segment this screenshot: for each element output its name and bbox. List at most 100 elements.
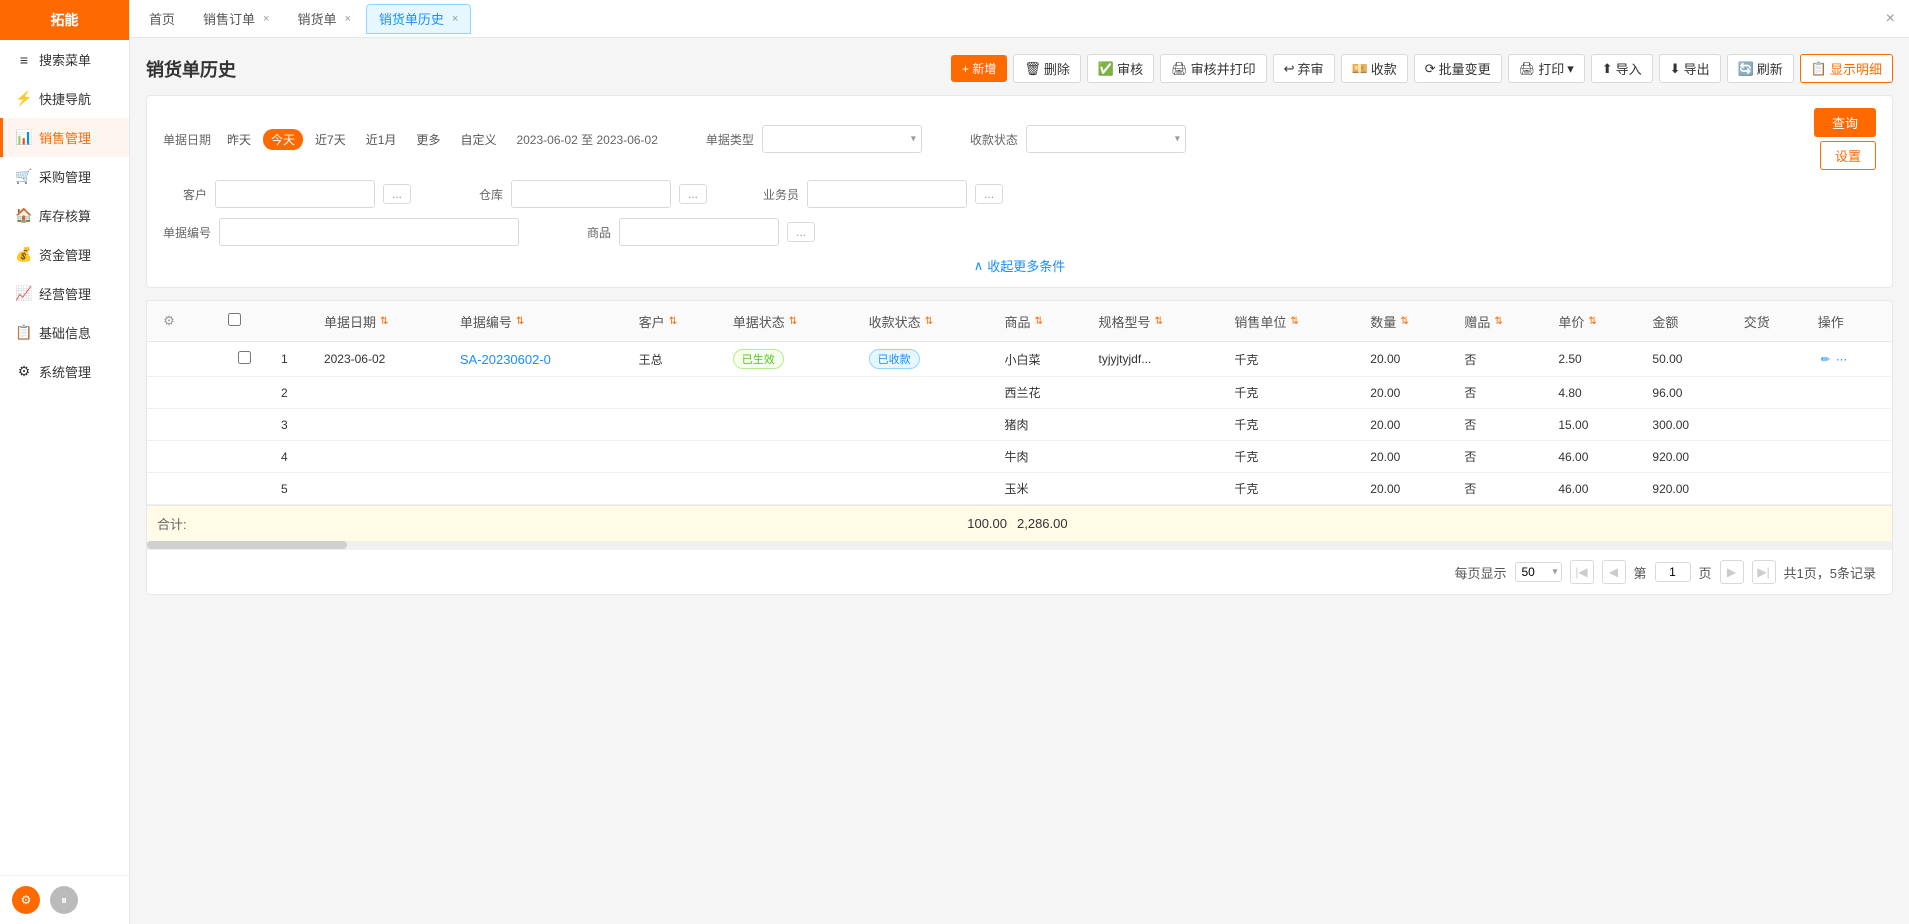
- cell-amount: 300.00: [1642, 409, 1733, 441]
- row-checkbox[interactable]: [238, 351, 251, 364]
- docno-input[interactable]: [219, 218, 519, 246]
- doc-type-select[interactable]: [762, 125, 922, 153]
- doc-type-field: 单据类型: [706, 125, 922, 153]
- date-tag-1month[interactable]: 近1月: [358, 129, 405, 150]
- sidebar-item-finance-mgmt[interactable]: 💰 资金管理: [0, 235, 129, 274]
- sidebar-item-sales-mgmt[interactable]: 📊 销售管理: [0, 118, 129, 157]
- abandon-button[interactable]: ↩ 弃审: [1273, 54, 1335, 83]
- date-tag-today[interactable]: 今天: [263, 129, 303, 150]
- doc-no-link[interactable]: SA-20230602-0: [460, 352, 551, 367]
- date-filter-label: 单据日期: [163, 131, 211, 148]
- tab-sales-history[interactable]: 销货单历史 ×: [366, 4, 471, 34]
- action-btn[interactable]: ⋯: [1836, 354, 1847, 366]
- warehouse-ellipsis-btn[interactable]: ...: [679, 184, 707, 204]
- tab-sales-order-close[interactable]: ×: [263, 13, 269, 25]
- goods-ellipsis-btn[interactable]: ...: [787, 222, 815, 242]
- sidebar-item-purchase-mgmt[interactable]: 🛒 采购管理: [0, 157, 129, 196]
- warehouse-input[interactable]: [511, 180, 671, 208]
- cell-settings: [147, 342, 218, 377]
- import-button[interactable]: ⬆ 导入: [1591, 54, 1653, 83]
- date-tag-more[interactable]: 更多: [408, 129, 448, 150]
- query-button[interactable]: 查询: [1814, 108, 1876, 137]
- query-btns: 查询 设置: [1814, 108, 1876, 170]
- delete-button[interactable]: 🗑 删除: [1013, 54, 1081, 83]
- collect-status-label: 收款状态: [970, 131, 1018, 148]
- tab-sales-history-close[interactable]: ×: [452, 13, 458, 25]
- sidebar-item-label: 快捷导航: [39, 89, 91, 108]
- sidebar-item-operation-mgmt[interactable]: 📈 经营管理: [0, 274, 129, 313]
- filter-row-date: 单据日期 昨天 今天 近7天 近1月 更多 自定义 2023-06-02 至 2…: [163, 108, 1876, 170]
- system-mgmt-icon: ⚙: [15, 363, 33, 380]
- sidebar-collapse-icon[interactable]: ⏸: [50, 886, 78, 914]
- customer-ellipsis-btn[interactable]: ...: [383, 184, 411, 204]
- tab-home[interactable]: 首页: [136, 4, 188, 34]
- tabs-bar: 首页 销售订单 × 销货单 × 销货单历史 × ×: [130, 0, 1909, 38]
- tab-sales-goods-close[interactable]: ×: [344, 13, 350, 25]
- new-button[interactable]: + 新增: [951, 55, 1007, 82]
- print-button[interactable]: 🖨 打印 ▾: [1508, 54, 1585, 83]
- review-print-button[interactable]: 🖨 审核并打印: [1160, 54, 1267, 83]
- page-input[interactable]: [1655, 562, 1691, 582]
- total-label: 合计:: [157, 514, 217, 533]
- sidebar-settings-icon[interactable]: ⚙: [12, 886, 40, 914]
- table-row: 4 牛肉 千克 20.00 否 46.00 920.00: [147, 441, 1892, 473]
- page-next-btn[interactable]: ▶: [1720, 560, 1744, 584]
- tab-sales-goods[interactable]: 销货单 ×: [284, 4, 363, 34]
- collect-button[interactable]: 💴 收款: [1341, 54, 1408, 83]
- date-tag-7days[interactable]: 近7天: [307, 129, 354, 150]
- sidebar-item-basic-info[interactable]: 📋 基础信息: [0, 313, 129, 352]
- col-transaction: 交货: [1734, 301, 1808, 342]
- col-qty[interactable]: 数量 ⇅: [1360, 301, 1454, 342]
- col-doc-no[interactable]: 单据编号 ⇅: [450, 301, 629, 342]
- tab-sales-order[interactable]: 销售订单 ×: [190, 4, 282, 34]
- page-prev-btn[interactable]: ◀: [1602, 560, 1626, 584]
- import-icon: ⬆: [1602, 61, 1613, 77]
- batch-change-button[interactable]: ⟳ 批量变更: [1414, 54, 1502, 83]
- col-collect-status[interactable]: 收款状态 ⇅: [859, 301, 995, 342]
- cell-doc-date: [314, 377, 450, 409]
- tab-home-label: 首页: [149, 9, 175, 28]
- page-last-btn[interactable]: ▶|: [1752, 560, 1776, 584]
- sales-mgmt-icon: 📊: [15, 129, 33, 146]
- refresh-button[interactable]: 🔄 刷新: [1727, 54, 1794, 83]
- collapse-filter-btn[interactable]: ∧ 收起更多条件: [163, 256, 1876, 275]
- col-customer[interactable]: 客户 ⇅: [629, 301, 723, 342]
- col-doc-status[interactable]: 单据状态 ⇅: [723, 301, 859, 342]
- show-detail-button[interactable]: 📋 显示明细: [1800, 54, 1893, 83]
- scrollbar-thumb[interactable]: [147, 541, 347, 549]
- cell-unit-price: 15.00: [1548, 409, 1642, 441]
- sidebar-item-inventory-calc[interactable]: 🏠 库存核算: [0, 196, 129, 235]
- review-button[interactable]: ✅ 审核: [1087, 54, 1154, 83]
- export-button[interactable]: ⬇ 导出: [1659, 54, 1721, 83]
- action-btn[interactable]: ✏: [1821, 354, 1830, 366]
- date-tag-custom[interactable]: 自定义: [452, 129, 504, 150]
- cell-qty: 20.00: [1360, 377, 1454, 409]
- col-spec[interactable]: 规格型号 ⇅: [1089, 301, 1225, 342]
- doc-type-label: 单据类型: [706, 131, 754, 148]
- select-all-checkbox[interactable]: [228, 313, 241, 326]
- date-tag-yesterday[interactable]: 昨天: [219, 129, 259, 150]
- goods-label: 商品: [567, 224, 611, 241]
- cell-qty: 20.00: [1360, 342, 1454, 377]
- col-gift[interactable]: 赠品 ⇅: [1454, 301, 1548, 342]
- collect-status-select[interactable]: [1026, 125, 1186, 153]
- customer-input[interactable]: [215, 180, 375, 208]
- horizontal-scrollbar[interactable]: [147, 541, 1892, 549]
- cell-doc-date: [314, 441, 450, 473]
- col-goods[interactable]: 商品 ⇅: [994, 301, 1088, 342]
- goods-input[interactable]: [619, 218, 779, 246]
- set-button[interactable]: 设置: [1820, 141, 1876, 170]
- salesperson-input[interactable]: [807, 180, 967, 208]
- page-first-btn[interactable]: |◀: [1570, 560, 1594, 584]
- table-settings-btn[interactable]: ⚙: [157, 309, 181, 333]
- col-doc-date[interactable]: 单据日期 ⇅: [314, 301, 450, 342]
- tabs-close-all[interactable]: ×: [1878, 10, 1903, 28]
- salesperson-ellipsis-btn[interactable]: ...: [975, 184, 1003, 204]
- sidebar-item-search-menu[interactable]: ≡ 搜索菜单: [0, 40, 129, 79]
- col-unit[interactable]: 销售单位 ⇅: [1224, 301, 1360, 342]
- col-unit-price[interactable]: 单价 ⇅: [1548, 301, 1642, 342]
- sidebar-item-quick-nav[interactable]: ⚡ 快捷导航: [0, 79, 129, 118]
- cell-settings: [147, 441, 218, 473]
- sidebar-item-system-mgmt[interactable]: ⚙ 系统管理: [0, 352, 129, 391]
- page-size-select[interactable]: 50 100: [1515, 562, 1562, 582]
